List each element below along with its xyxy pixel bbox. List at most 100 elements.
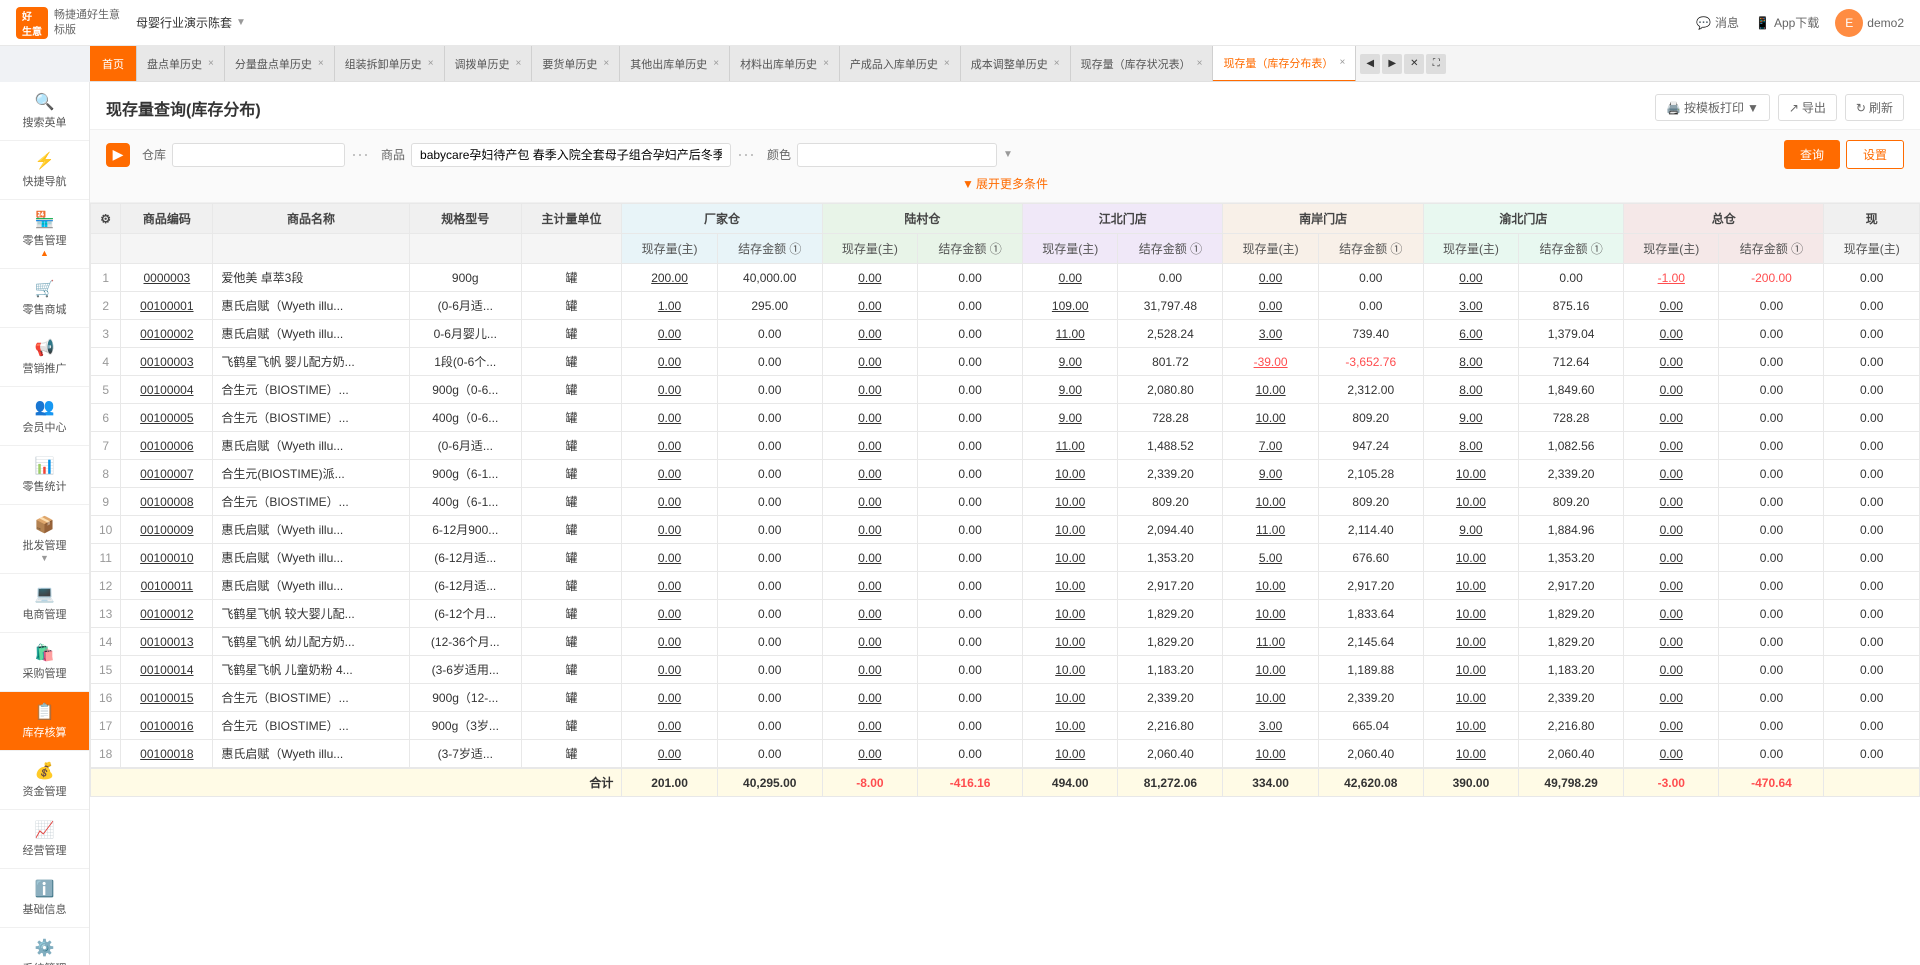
sidebar-item-mall[interactable]: 🛒 零售商城 <box>0 269 89 328</box>
tab-3[interactable]: 组装拆卸单历史 × <box>335 46 445 82</box>
table-row: 14 00100013 飞鹤星飞帆 幼儿配方奶... (12-36个月... 罐… <box>91 628 1920 656</box>
tab-next-btn[interactable]: ▶ <box>1382 54 1402 74</box>
table-row: 1 0000003 爱他美 卓萃3段 900g 罐 200.00 40,000.… <box>91 264 1920 292</box>
row-yb-amt: 2,339.20 <box>1519 460 1624 488</box>
row-total-amt: 0.00 <box>1719 376 1824 404</box>
user-menu[interactable]: E demo2 <box>1835 9 1904 37</box>
th-f-qty: 现存量(主) <box>622 234 717 264</box>
row-na-qty: 10.00 <box>1223 684 1318 712</box>
sum-l-qty: -8.00 <box>822 768 917 797</box>
table-row: 17 00100016 合生元（BIOSTIME）... 900g（3岁... … <box>91 712 1920 740</box>
print-btn[interactable]: 🖨️ 按模板打印 ▼ <box>1655 94 1770 121</box>
sidebar-item-nav[interactable]: ⚡ 快捷导航 <box>0 141 89 200</box>
color-input[interactable] <box>797 143 997 167</box>
row-na-qty: 5.00 <box>1223 544 1318 572</box>
sidebar-item-finance[interactable]: 💰 资金管理 <box>0 751 89 810</box>
tab-7[interactable]: 材料出库单历史 × <box>730 46 840 82</box>
tab-prev-btn[interactable]: ◀ <box>1360 54 1380 74</box>
th-code2 <box>121 234 213 264</box>
row-total-amt: 0.00 <box>1719 516 1824 544</box>
row-na-amt: 0.00 <box>1318 292 1423 320</box>
sidebar-item-ecommerce[interactable]: 💻 电商管理 <box>0 574 89 633</box>
table-container[interactable]: ⚙ 商品编码 商品名称 规格型号 主计量单位 厂家仓 陆村仓 江北门店 南岸门店… <box>90 203 1920 920</box>
expand-btn[interactable]: ▶ <box>106 143 130 167</box>
row-l-amt: 0.00 <box>918 376 1023 404</box>
query-button[interactable]: 查询 <box>1784 140 1840 169</box>
tab-close-all-btn[interactable]: ✕ <box>1404 54 1424 74</box>
sidebar-item-system[interactable]: ⚙️ 系统管理 <box>0 928 89 965</box>
tab-expand-btn[interactable]: ⛶ <box>1426 54 1446 74</box>
row-code: 00100002 <box>121 320 213 348</box>
sidebar-item-inventory[interactable]: 📋 库存核算 <box>0 692 89 751</box>
sidebar-item-retail-mgmt[interactable]: 🏪 零售管理 ▲ <box>0 200 89 269</box>
export-btn[interactable]: ↗ 导出 <box>1778 94 1837 121</box>
warehouse-field: 仓库 ··· <box>142 143 369 167</box>
row-l-qty: 0.00 <box>822 572 917 600</box>
row-yb-amt: 2,216.80 <box>1519 712 1624 740</box>
color-label: 颜色 <box>767 146 791 163</box>
tab-11-active[interactable]: 现存量（库存分布表） × <box>1213 46 1356 82</box>
tab-6[interactable]: 其他出库单历史 × <box>620 46 730 82</box>
tab-10[interactable]: 现存量（库存状况表） × <box>1071 46 1214 82</box>
row-total-qty: 0.00 <box>1624 432 1719 460</box>
nav-icon: ⚡ <box>35 151 55 171</box>
th-nanan: 南岸门店 <box>1223 204 1423 234</box>
sidebar-item-purchase[interactable]: 🛍️ 采购管理 <box>0 633 89 692</box>
tab-1[interactable]: 盘点单历史 × <box>137 46 225 82</box>
row-spec: (3-6岁适用... <box>409 656 521 684</box>
sidebar-item-search[interactable]: 🔍 搜索英单 <box>0 82 89 141</box>
row-f-qty: 0.00 <box>622 544 717 572</box>
sidebar-item-basic-info[interactable]: ℹ️ 基础信息 <box>0 869 89 928</box>
org-selector[interactable]: 母婴行业演示陈套 ▼ <box>136 14 246 31</box>
row-f-amt: 0.00 <box>717 712 822 740</box>
row-na-qty: 0.00 <box>1223 292 1318 320</box>
row-jb-qty: 10.00 <box>1023 544 1118 572</box>
row-idx: 7 <box>91 432 121 460</box>
tab-8[interactable]: 产成品入库单历史 × <box>840 46 961 82</box>
warehouse-input[interactable] <box>172 143 345 167</box>
row-total-amt: 0.00 <box>1719 684 1824 712</box>
row-l-qty: 0.00 <box>822 600 917 628</box>
row-total-qty: 0.00 <box>1624 320 1719 348</box>
tab-5[interactable]: 要货单历史 × <box>532 46 620 82</box>
row-l-amt: 0.00 <box>918 516 1023 544</box>
row-total-qty: 0.00 <box>1624 488 1719 516</box>
message-btn[interactable]: 💬 消息 <box>1696 14 1739 31</box>
row-f-qty: 0.00 <box>622 320 717 348</box>
sidebar-item-marketing[interactable]: 📢 营销推广 <box>0 328 89 387</box>
th-name: 商品名称 <box>213 204 409 234</box>
row-l-qty: 0.00 <box>822 264 917 292</box>
app-download-btn[interactable]: 📱 App下载 <box>1755 14 1819 31</box>
row-yb-qty: 10.00 <box>1423 544 1518 572</box>
row-l-amt: 0.00 <box>918 656 1023 684</box>
row-l-qty: 0.00 <box>822 628 917 656</box>
tab-2[interactable]: 分量盘点单历史 × <box>225 46 335 82</box>
row-name: 爱他美 卓萃3段 <box>213 264 409 292</box>
sidebar-item-wholesale[interactable]: 📦 批发管理 ▼ <box>0 505 89 574</box>
row-spec: 0-6月婴儿... <box>409 320 521 348</box>
expand-more-btn[interactable]: ▼ 展开更多条件 <box>962 175 1048 192</box>
color-dropdown-icon[interactable]: ▼ <box>1003 149 1013 160</box>
table-row: 2 00100001 惠氏启赋（Wyeth illu... (0-6月适... … <box>91 292 1920 320</box>
tab-4[interactable]: 调拨单历史 × <box>445 46 533 82</box>
row-l-amt: 0.00 <box>918 600 1023 628</box>
sidebar-item-operations[interactable]: 📈 经营管理 <box>0 810 89 869</box>
row-jb-qty: 10.00 <box>1023 740 1118 769</box>
row-yb-amt: 712.64 <box>1519 348 1624 376</box>
goods-input[interactable] <box>411 143 731 167</box>
row-na-amt: 676.60 <box>1318 544 1423 572</box>
setting-button[interactable]: 设置 <box>1846 140 1904 169</box>
row-name: 合生元（BIOSTIME）... <box>213 488 409 516</box>
goods-more-icon[interactable]: ··· <box>737 144 755 165</box>
tab-home[interactable]: 首页 <box>90 46 137 82</box>
row-yb-amt: 1,183.20 <box>1519 656 1624 684</box>
sidebar-item-retail-stats[interactable]: 📊 零售统计 <box>0 446 89 505</box>
row-extra: 0.00 <box>1824 432 1920 460</box>
row-jb-qty: 9.00 <box>1023 348 1118 376</box>
refresh-icon: ↻ <box>1856 101 1866 115</box>
refresh-btn[interactable]: ↻ 刷新 <box>1845 94 1904 121</box>
table-group-header: ⚙ 商品编码 商品名称 规格型号 主计量单位 厂家仓 陆村仓 江北门店 南岸门店… <box>91 204 1920 234</box>
sidebar-item-members[interactable]: 👥 会员中心 <box>0 387 89 446</box>
warehouse-more-icon[interactable]: ··· <box>351 144 369 165</box>
tab-9[interactable]: 成本调整单历史 × <box>961 46 1071 82</box>
